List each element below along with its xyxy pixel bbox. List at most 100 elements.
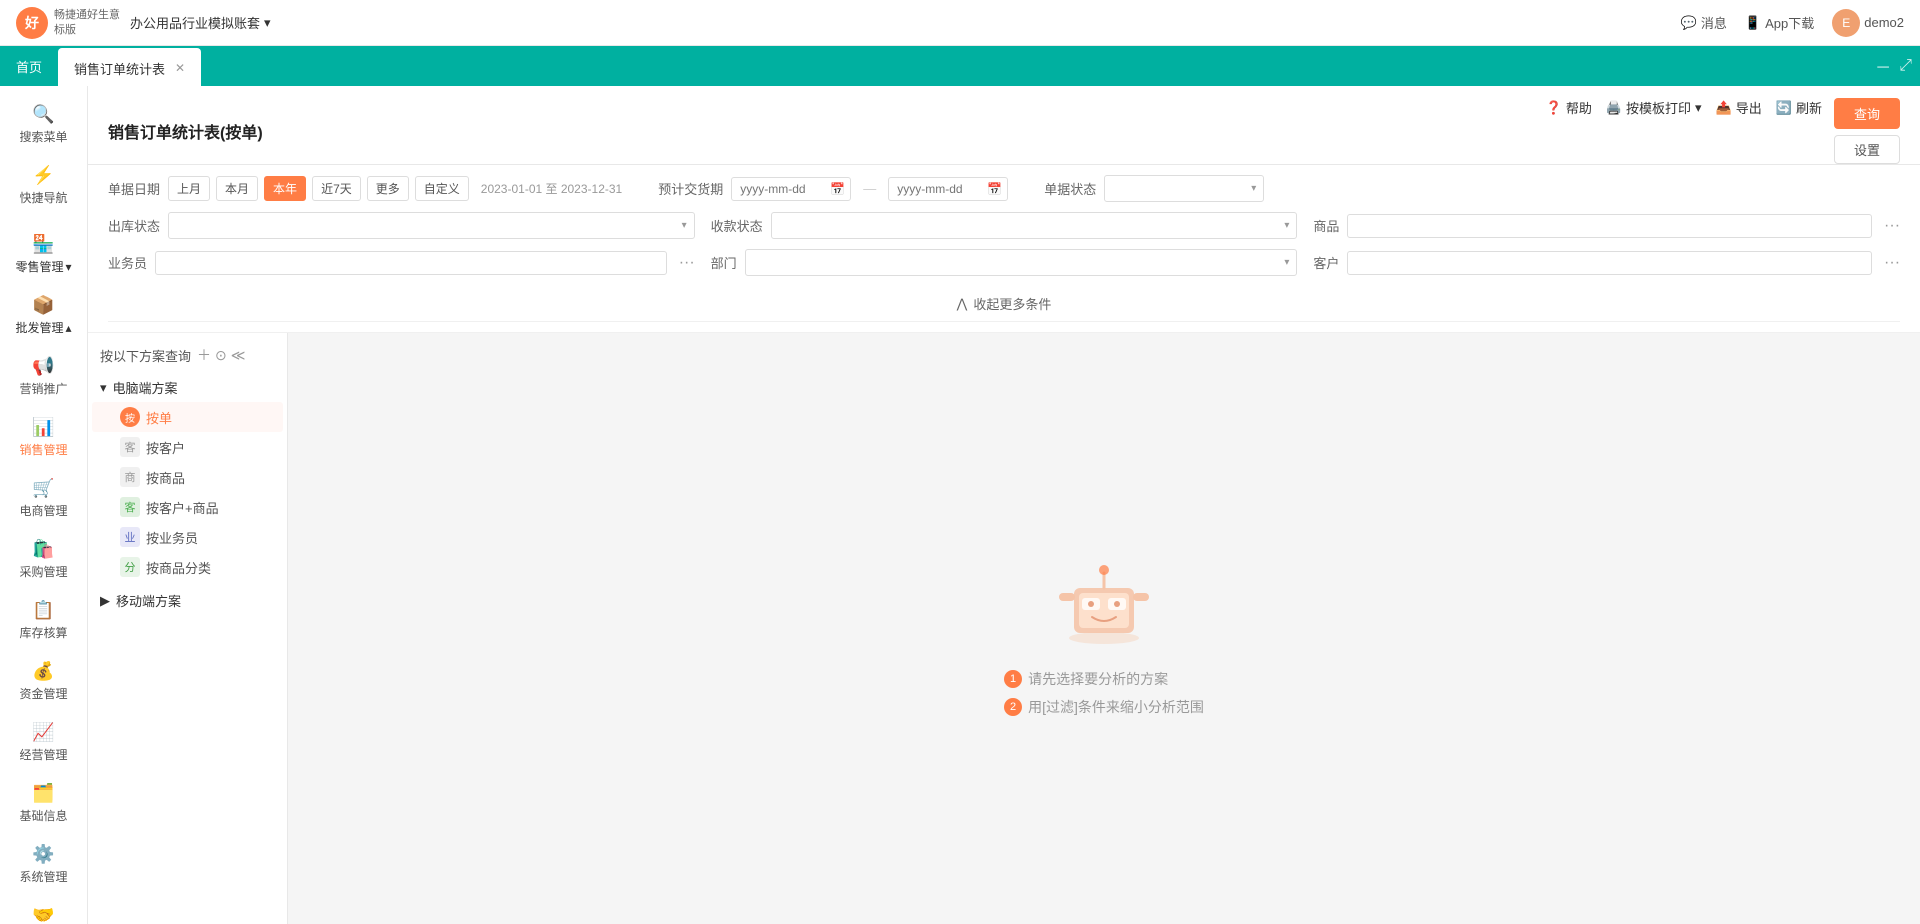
edit-scheme-btn[interactable]: ⊙ bbox=[215, 345, 227, 365]
system-icon: ⚙️ bbox=[32, 844, 54, 865]
tab-close-btn[interactable]: ✕ bbox=[175, 61, 185, 75]
tree-item-by-goods-cat[interactable]: 分 按商品分类 bbox=[92, 552, 283, 582]
finance-icon: 💰 bbox=[32, 661, 54, 682]
user-profile[interactable]: E demo2 bbox=[1832, 9, 1904, 37]
tab-minimize-btn[interactable]: － bbox=[1875, 54, 1891, 78]
user-name: demo2 bbox=[1864, 15, 1904, 30]
tab-sales-stats-label: 销售订单统计表 bbox=[74, 59, 165, 78]
sidebar-item-quicknav[interactable]: ⚡ 快捷导航 bbox=[0, 155, 87, 216]
wholesale-icon: 📦 bbox=[32, 295, 54, 316]
salesperson-input[interactable] bbox=[155, 251, 667, 275]
tab-home[interactable]: 首页 bbox=[0, 46, 58, 86]
sidebar-item-ecommerce[interactable]: 🛒 电商管理 bbox=[0, 468, 87, 529]
sidebar-item-purchase[interactable]: 🛍️ 采购管理 bbox=[0, 529, 87, 590]
prev-month-btn[interactable]: 上月 bbox=[168, 176, 210, 201]
help-btn[interactable]: ❓ 帮助 bbox=[1546, 98, 1592, 117]
sidebar-item-base[interactable]: 🗂️ 基础信息 bbox=[0, 773, 87, 834]
export-btn[interactable]: 📤 导出 bbox=[1716, 98, 1762, 117]
app-download-btn[interactable]: 📱 App下载 bbox=[1745, 13, 1814, 32]
department-group: 部门 ▾ bbox=[711, 249, 1298, 276]
sidebar-item-search[interactable]: 🔍 搜索菜单 bbox=[0, 94, 87, 155]
goods-group: 商品 ··· bbox=[1313, 214, 1900, 238]
breadcrumb-text: 办公用品行业模拟账套 bbox=[130, 13, 260, 32]
tree-item-by-order[interactable]: 按 按单 bbox=[92, 402, 283, 432]
empty-state: 1 请先选择要分析的方案 2 用[过滤]条件来缩小分析范围 bbox=[288, 333, 1920, 924]
doc-status-select[interactable] bbox=[1104, 175, 1264, 202]
sidebar-item-operations[interactable]: 📈 经营管理 bbox=[0, 712, 87, 773]
customer-input[interactable] bbox=[1347, 251, 1872, 275]
goods-more-btn[interactable]: ··· bbox=[1884, 217, 1900, 235]
empty-tips: 1 请先选择要分析的方案 2 用[过滤]条件来缩小分析范围 bbox=[1004, 669, 1204, 725]
tree-pc-header[interactable]: ▾ 电脑端方案 bbox=[92, 373, 283, 402]
sidebar-item-sales[interactable]: 📊 销售管理 bbox=[0, 407, 87, 468]
query-button[interactable]: 查询 bbox=[1834, 98, 1900, 129]
content-area: 销售订单统计表(按单) ❓ 帮助 🖨️ 按模板打印 ▾ 📤 导出 bbox=[88, 86, 1920, 924]
customer-more-btn[interactable]: ··· bbox=[1884, 254, 1900, 272]
print-btn[interactable]: 🖨️ 按模板打印 ▾ bbox=[1606, 98, 1702, 117]
add-scheme-btn[interactable]: ＋ bbox=[197, 345, 211, 365]
mobile-icon: 📱 bbox=[1745, 15, 1761, 31]
sidebar-item-finance[interactable]: 💰 资金管理 bbox=[0, 651, 87, 712]
this-year-btn[interactable]: 本年 bbox=[264, 176, 306, 201]
sidebar-system-label: 系统管理 bbox=[19, 868, 67, 885]
date-filter-label: 单据日期 bbox=[108, 179, 160, 198]
sidebar-item-enterprise[interactable]: 🤝 企业协同 bbox=[0, 895, 87, 924]
enterprise-icon: 🤝 bbox=[32, 905, 54, 924]
header-right-actions: ❓ 帮助 🖨️ 按模板打印 ▾ 📤 导出 🔄 刷新 bbox=[1546, 98, 1900, 164]
sidebar-item-marketing[interactable]: 📢 营销推广 bbox=[0, 346, 87, 407]
tree-item-by-customer[interactable]: 客 按客户 bbox=[92, 432, 283, 462]
tree-mobile-header[interactable]: ▶ 移动端方案 bbox=[92, 586, 283, 615]
sidebar-item-wholesale[interactable]: 📦 批发管理 ▴ bbox=[0, 285, 87, 346]
last7-btn[interactable]: 近7天 bbox=[312, 176, 361, 201]
messages-btn[interactable]: 💬 消息 bbox=[1681, 13, 1727, 32]
expected-date-start-wrapper: 📅 bbox=[731, 177, 851, 201]
refresh-btn[interactable]: 🔄 刷新 bbox=[1776, 98, 1822, 117]
filter-row-1: 单据日期 上月 本月 本年 近7天 更多 自定义 2023-01-01 至 20… bbox=[108, 175, 1900, 202]
ecommerce-icon: 🛒 bbox=[32, 478, 54, 499]
sidebar-marketing-label: 营销推广 bbox=[19, 380, 67, 397]
sidebar-item-inventory[interactable]: 📋 库存核算 bbox=[0, 590, 87, 651]
tip-num-1: 1 bbox=[1004, 670, 1022, 688]
goods-input[interactable] bbox=[1347, 214, 1872, 238]
tab-sales-stats[interactable]: 销售订单统计表 ✕ bbox=[58, 48, 201, 88]
tree-item-by-cust-goods[interactable]: 客 按客户+商品 bbox=[92, 492, 283, 522]
by-customer-icon: 客 bbox=[120, 437, 140, 457]
more-date-btn[interactable]: 更多 bbox=[367, 176, 409, 201]
sidebar-ecommerce-label: 电商管理 bbox=[19, 502, 67, 519]
shipment-status-select[interactable] bbox=[168, 212, 695, 239]
settings-button[interactable]: 设置 bbox=[1834, 135, 1900, 164]
by-cust-goods-label: 按客户+商品 bbox=[146, 498, 219, 517]
app-logo-icon: 好 bbox=[16, 7, 48, 39]
purchase-icon: 🛍️ bbox=[32, 539, 54, 560]
salesperson-more-btn[interactable]: ··· bbox=[679, 254, 695, 272]
doc-status-group: 单据状态 ▾ bbox=[1044, 175, 1264, 202]
tree-pc-label: 电脑端方案 bbox=[113, 378, 178, 397]
by-customer-label: 按客户 bbox=[146, 438, 185, 457]
receipt-status-group: 收款状态 ▾ bbox=[711, 212, 1298, 239]
by-order-label: 按单 bbox=[146, 408, 172, 427]
retail-icon: 🏪 bbox=[32, 234, 54, 255]
custom-date-btn[interactable]: 自定义 bbox=[415, 176, 469, 201]
collapse-panel-btn[interactable]: ≪ bbox=[231, 345, 246, 365]
collapse-btn[interactable]: ⋀ 收起更多条件 bbox=[108, 286, 1900, 322]
by-salesperson-label: 按业务员 bbox=[146, 528, 198, 547]
left-panel: 按以下方案查询 ＋ ⊙ ≪ ▾ 电脑端方案 按 bbox=[88, 333, 288, 924]
receipt-status-select[interactable] bbox=[771, 212, 1298, 239]
tab-maximize-btn[interactable]: ⤢ bbox=[1899, 57, 1912, 75]
tree-item-by-goods[interactable]: 商 按商品 bbox=[92, 462, 283, 492]
left-panel-header: 按以下方案查询 ＋ ⊙ ≪ bbox=[88, 341, 287, 369]
shipment-status-wrapper: ▾ bbox=[168, 212, 695, 239]
sidebar-item-retail[interactable]: 🏪 零售管理 ▾ bbox=[0, 224, 87, 285]
sidebar-item-system[interactable]: ⚙️ 系统管理 bbox=[0, 834, 87, 895]
print-icon: 🖨️ bbox=[1606, 100, 1622, 116]
quicknav-icon: ⚡ bbox=[32, 165, 54, 186]
this-month-btn[interactable]: 本月 bbox=[216, 176, 258, 201]
left-panel-tools: ＋ ⊙ ≪ bbox=[197, 345, 245, 365]
department-select[interactable] bbox=[745, 249, 1298, 276]
tree-item-by-salesperson[interactable]: 业 按业务员 bbox=[92, 522, 283, 552]
tree-group-pc: ▾ 电脑端方案 按 按单 客 按客户 商 按商 bbox=[92, 373, 283, 582]
operations-icon: 📈 bbox=[32, 722, 54, 743]
expected-date-label: 预计交货期 bbox=[658, 179, 723, 198]
print-label: 按模板打印 bbox=[1626, 98, 1691, 117]
date-group: 上月 本月 本年 近7天 更多 自定义 bbox=[168, 176, 469, 201]
